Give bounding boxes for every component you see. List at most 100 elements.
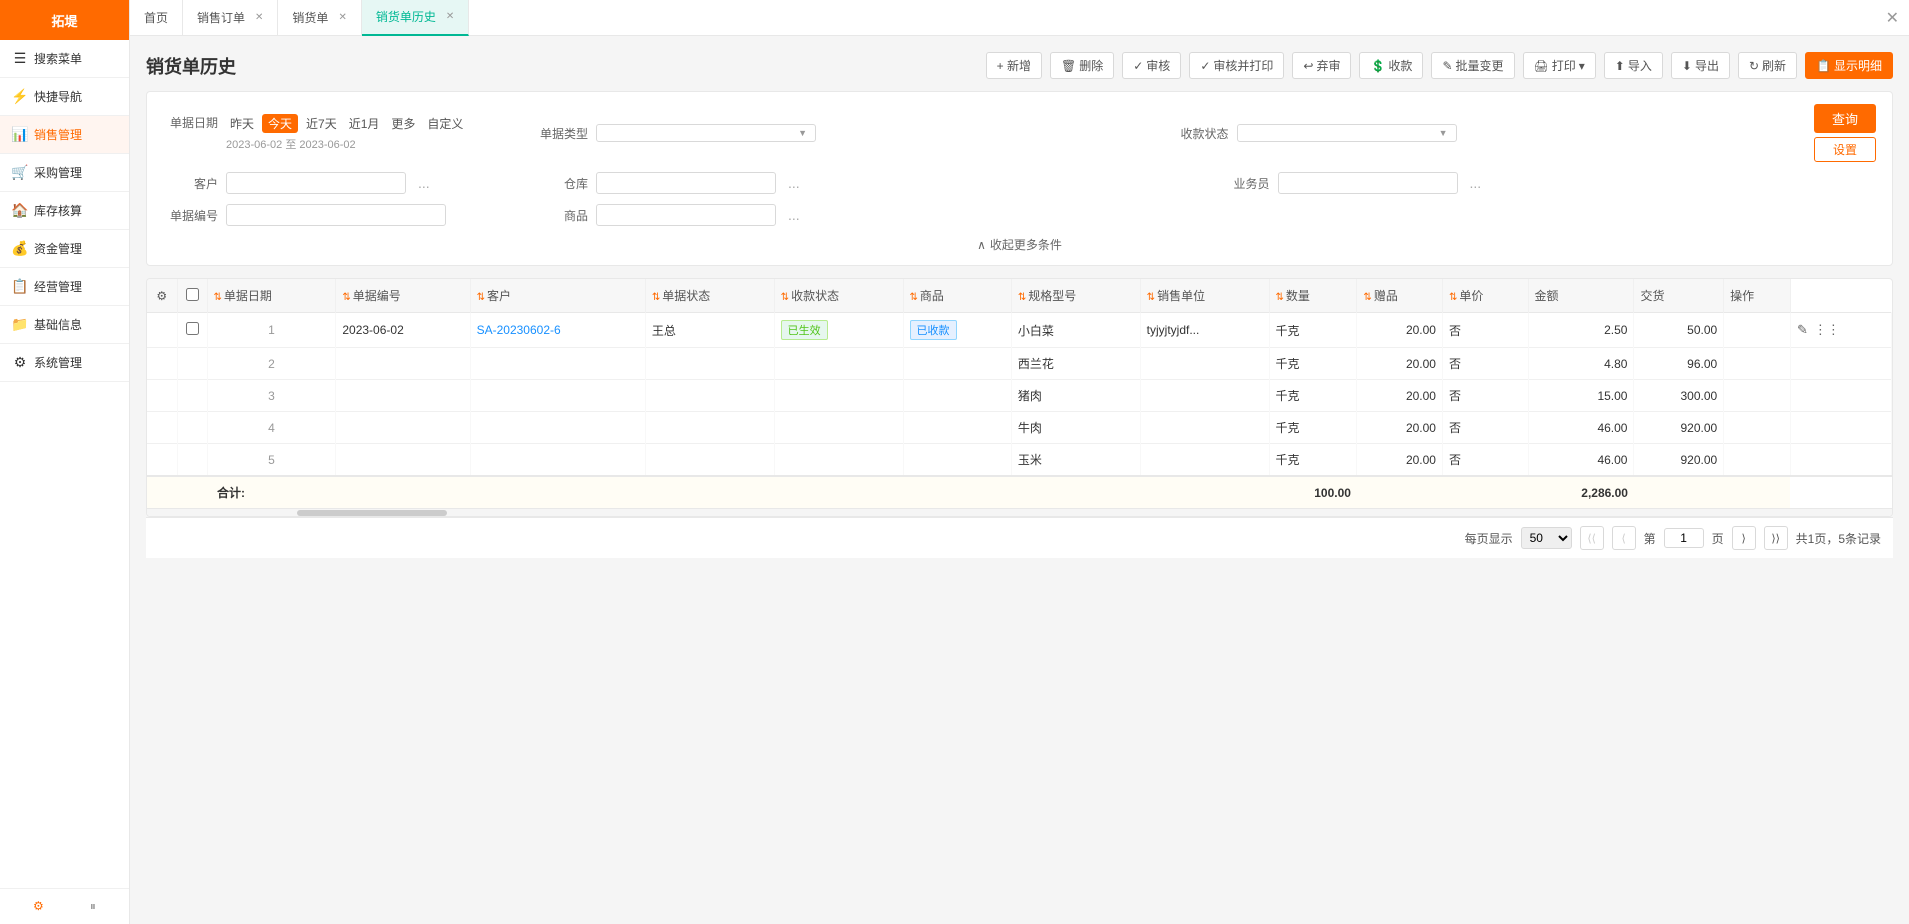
date-shortcut-more[interactable]: 更多: [387, 114, 419, 133]
date-shortcut-custom[interactable]: 自定义: [423, 114, 467, 133]
th-qty[interactable]: ⇅数量: [1269, 279, 1357, 313]
horizontal-scrollbar[interactable]: [147, 508, 1892, 516]
tab-bar-close[interactable]: ✕: [1886, 8, 1909, 28]
cell-row-num: 2: [207, 348, 336, 380]
th-settings[interactable]: ⚙: [147, 279, 177, 313]
tab-sales-goods-history[interactable]: 销货单历史 ✕: [362, 0, 469, 36]
sidebar-item-label: 库存核算: [34, 202, 82, 219]
page-content: 销货单历史 + 新增 🗑 删除 ✓ 审核 ✓ 审核并打印 ↩: [130, 36, 1909, 924]
cell-goods: 牛肉: [1011, 412, 1140, 444]
customer-input[interactable]: [226, 172, 406, 194]
collect-status-select[interactable]: [1237, 124, 1457, 142]
cell-action: [1790, 444, 1891, 477]
refresh-button[interactable]: ↻ 刷新: [1738, 52, 1797, 79]
tab-home[interactable]: 首页: [130, 0, 183, 36]
cell-price: 2.50: [1528, 313, 1634, 348]
th-collect-status[interactable]: ⇅收款状态: [774, 279, 903, 313]
query-button[interactable]: 查询: [1814, 104, 1876, 133]
cell-check[interactable]: [177, 412, 207, 444]
th-gift[interactable]: ⇅赠品: [1357, 279, 1443, 313]
cell-check[interactable]: [177, 444, 207, 477]
cell-goods: 玉米: [1011, 444, 1140, 477]
sidebar-item-sales-mgmt[interactable]: 📊 销售管理: [0, 116, 129, 154]
customer-ellipsis[interactable]: ...: [418, 175, 430, 191]
batch-change-button[interactable]: ✎ 批量变更: [1431, 52, 1514, 79]
date-shortcut-today[interactable]: 今天: [262, 114, 298, 133]
th-doc-status[interactable]: ⇅单据状态: [645, 279, 774, 313]
show-detail-button[interactable]: 📋 显示明细: [1805, 52, 1893, 79]
date-shortcut-1month[interactable]: 近1月: [345, 114, 384, 133]
sidebar-item-finance-mgmt[interactable]: 💰 资金管理: [0, 230, 129, 268]
page-input[interactable]: [1664, 528, 1704, 548]
select-all-checkbox[interactable]: [186, 288, 199, 301]
sidebar-item-operation-mgmt[interactable]: 📋 经营管理: [0, 268, 129, 306]
goods-input[interactable]: [596, 204, 776, 226]
row-checkbox[interactable]: [186, 322, 199, 335]
th-goods[interactable]: ⇅商品: [903, 279, 1011, 313]
date-shortcut-yesterday[interactable]: 昨天: [226, 114, 258, 133]
business-input[interactable]: [1278, 172, 1458, 194]
tab-sales-order[interactable]: 销售订单 ✕: [183, 0, 278, 36]
page-last-btn[interactable]: ⟩⟩: [1764, 526, 1788, 550]
collapse-btn[interactable]: ∧ 收起更多条件: [163, 236, 1876, 253]
warehouse-input[interactable]: [596, 172, 776, 194]
cell-check[interactable]: [177, 348, 207, 380]
sidebar-bottom-icon2[interactable]: ⏸: [90, 899, 96, 914]
setting-button[interactable]: 设置: [1814, 137, 1876, 162]
delete-button[interactable]: 🗑 删除: [1050, 52, 1114, 79]
th-doc-no[interactable]: ⇅单据编号: [336, 279, 470, 313]
business-ellipsis[interactable]: ...: [1470, 175, 1482, 191]
cell-collect-status: [903, 444, 1011, 477]
th-spec[interactable]: ⇅规格型号: [1011, 279, 1140, 313]
cell-doc-no[interactable]: [470, 444, 645, 477]
tab-sales-goods[interactable]: 销货单 ✕: [278, 0, 361, 36]
edit-icon[interactable]: ✎: [1797, 322, 1808, 338]
doc-type-select[interactable]: [596, 124, 816, 142]
tab-sales-goods-close[interactable]: ✕: [338, 12, 346, 23]
add-button[interactable]: + 新增: [986, 52, 1042, 79]
collect-button[interactable]: 💲 收款: [1359, 52, 1423, 79]
cell-doc-no[interactable]: [470, 380, 645, 412]
collect-status-label: 收款状态: [1174, 125, 1229, 142]
sidebar-item-system-mgmt[interactable]: ⚙ 系统管理: [0, 344, 129, 382]
th-check[interactable]: [177, 279, 207, 313]
sidebar-bottom-icon1[interactable]: ⚙: [33, 899, 44, 914]
doc-no-input[interactable]: [226, 204, 446, 226]
more-icon[interactable]: ⋮⋮: [1814, 322, 1840, 338]
sidebar-item-purchase-mgmt[interactable]: 🛒 采购管理: [0, 154, 129, 192]
per-page-select[interactable]: 50 100 200: [1521, 527, 1572, 549]
page-prev-btn[interactable]: ⟨: [1612, 526, 1636, 550]
cell-doc-no[interactable]: SA-20230602-6: [470, 313, 645, 348]
sidebar-item-search[interactable]: ☰ 搜索菜单: [0, 40, 129, 78]
cell-doc-status: [774, 380, 903, 412]
page-next-btn[interactable]: ⟩: [1732, 526, 1756, 550]
th-customer[interactable]: ⇅客户: [470, 279, 645, 313]
abandon-button[interactable]: ↩ 弃审: [1292, 52, 1351, 79]
sidebar-item-basic-info[interactable]: 📁 基础信息: [0, 306, 129, 344]
scrollbar-thumb[interactable]: [297, 510, 447, 516]
cell-check[interactable]: [177, 380, 207, 412]
import-button[interactable]: ⬆ 导入: [1604, 52, 1663, 79]
cell-doc-no[interactable]: [470, 412, 645, 444]
th-unit[interactable]: ⇅销售单位: [1140, 279, 1269, 313]
tab-sales-goods-history-close[interactable]: ✕: [446, 11, 454, 22]
th-price[interactable]: ⇅单价: [1442, 279, 1528, 313]
tab-sales-order-close[interactable]: ✕: [255, 12, 263, 23]
audit-button[interactable]: ✓ 审核: [1122, 52, 1181, 79]
cell-date: 2023-06-02: [336, 313, 470, 348]
sidebar-item-quick-nav[interactable]: ⚡ 快捷导航: [0, 78, 129, 116]
export-button[interactable]: ⬇ 导出: [1671, 52, 1730, 79]
sidebar-item-inventory-calc[interactable]: 🏠 库存核算: [0, 192, 129, 230]
date-shortcuts: 昨天 今天 近7天 近1月 更多 自定义: [226, 114, 467, 133]
goods-ellipsis[interactable]: ...: [788, 207, 800, 223]
audit-print-button[interactable]: ✓ 审核并打印: [1189, 52, 1284, 79]
warehouse-ellipsis[interactable]: ...: [788, 175, 800, 191]
date-shortcut-7days[interactable]: 近7天: [302, 114, 341, 133]
page-first-btn[interactable]: ⟨⟨: [1580, 526, 1604, 550]
cell-date: [336, 348, 470, 380]
th-date[interactable]: ⇅单据日期: [207, 279, 336, 313]
cell-qty: 20.00: [1357, 444, 1443, 477]
cell-doc-no[interactable]: [470, 348, 645, 380]
print-button[interactable]: 🖨 打印 ▾: [1523, 52, 1596, 79]
cell-check[interactable]: [177, 313, 207, 348]
